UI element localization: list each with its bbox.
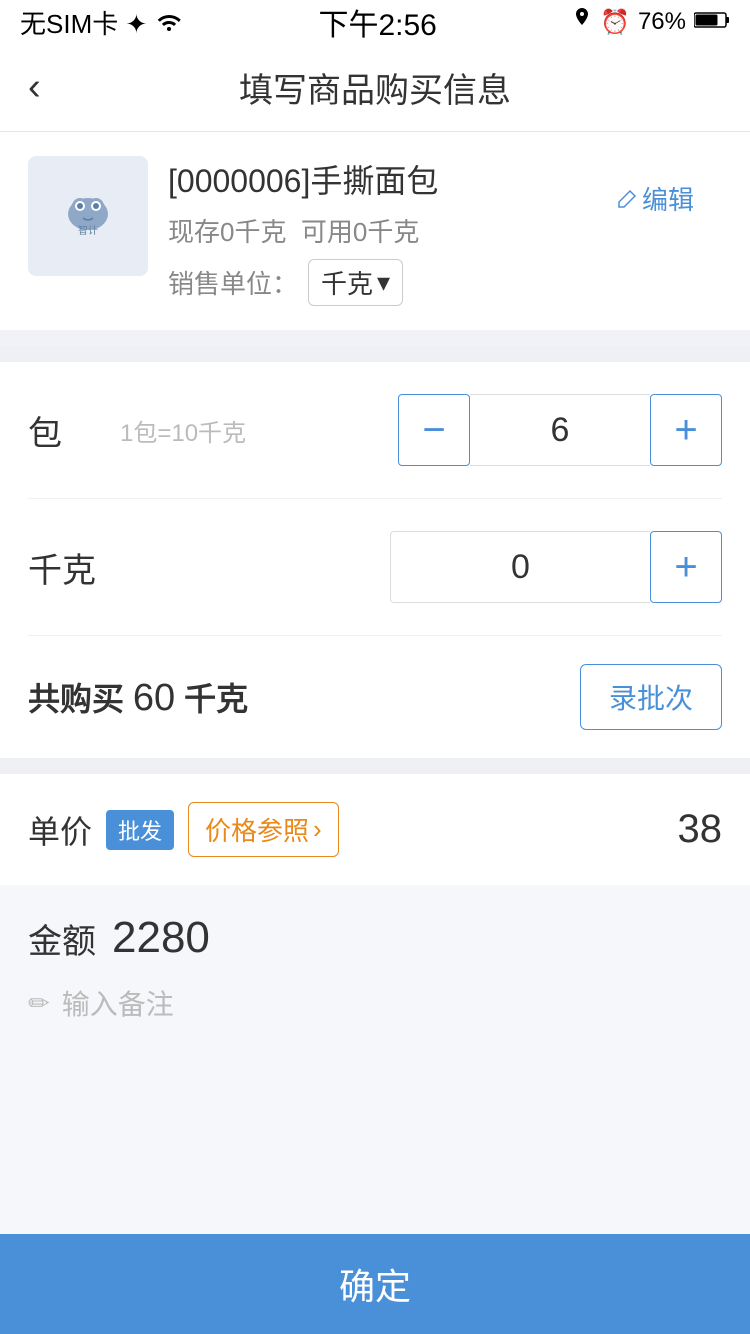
status-bar: 无SIM卡 ✦ 下午2:56 ⏰ 76%	[0, 0, 750, 44]
page-title: 填写商品购买信息	[239, 63, 511, 112]
status-right: ⏰ 76%	[572, 8, 730, 37]
unit-label: 销售单位：	[168, 264, 298, 301]
product-unit-row: 销售单位： 千克 ▾	[168, 259, 722, 306]
kg-controls: +	[390, 531, 722, 603]
pack-plus-button[interactable]: +	[650, 394, 722, 466]
kg-input-row: 千克 +	[28, 499, 722, 636]
price-section: 单价 批发 价格参照 › 38	[0, 774, 750, 885]
amount-value: 2280	[112, 913, 210, 963]
divider-1	[0, 346, 750, 362]
price-label-row: 单价 批发 价格参照 ›	[28, 802, 339, 857]
alarm-icon: ⏰	[600, 8, 630, 37]
batch-button[interactable]: 录批次	[580, 664, 722, 730]
pack-quantity-input[interactable]	[470, 394, 650, 466]
status-time: 下午2:56	[318, 0, 436, 44]
sim-status: 无SIM卡 ✦	[20, 4, 147, 41]
pack-input-section: 包 1包=10千克 − +	[0, 362, 750, 499]
spacer	[0, 1143, 750, 1235]
amount-row: 金额 2280	[28, 913, 722, 963]
price-tag: 批发	[106, 810, 174, 850]
price-ref-button[interactable]: 价格参照 ›	[188, 802, 339, 857]
pack-input-row: 包 1包=10千克 − +	[28, 362, 722, 499]
pack-sublabel: 1包=10千克	[120, 413, 398, 448]
status-left: 无SIM卡 ✦	[20, 4, 183, 41]
back-button[interactable]: ‹	[28, 66, 41, 109]
product-thumbnail-icon: 智计	[56, 178, 120, 254]
amount-label: 金额	[28, 914, 96, 963]
product-image: 智计	[28, 156, 148, 276]
unit-select[interactable]: 千克 ▾	[308, 259, 403, 306]
confirm-button[interactable]: 确定	[0, 1234, 750, 1334]
product-info: [0000006]手撕面包 现存0千克 可用0千克 销售单位： 千克 ▾ 编辑	[168, 156, 722, 306]
battery-text: 76%	[638, 8, 686, 36]
price-label: 单价	[28, 807, 92, 853]
kg-input-section: 千克 +	[0, 499, 750, 636]
total-text: 共购买 60 千克	[28, 674, 248, 720]
product-card: 智计 [0000006]手撕面包 现存0千克 可用0千克 销售单位： 千克 ▾ …	[0, 132, 750, 330]
pack-controls: − +	[398, 394, 722, 466]
unit-dropdown-icon: ▾	[377, 267, 390, 298]
remark-placeholder: 输入备注	[62, 983, 174, 1023]
amount-section: 金额 2280 ✏ 输入备注	[0, 885, 750, 1143]
wifi-icon	[155, 7, 183, 38]
nav-bar: ‹ 填写商品购买信息	[0, 44, 750, 132]
kg-plus-button[interactable]: +	[650, 531, 722, 603]
battery-icon	[694, 8, 730, 36]
kg-label: 千克	[28, 543, 108, 592]
confirm-label: 确定	[339, 1258, 411, 1310]
location-icon	[572, 8, 592, 37]
pack-minus-button[interactable]: −	[398, 394, 470, 466]
divider-2	[0, 758, 750, 774]
remark-row[interactable]: ✏ 输入备注	[28, 983, 722, 1023]
svg-text:智计: 智计	[78, 224, 98, 237]
kg-quantity-input[interactable]	[390, 531, 650, 603]
total-section: 共购买 60 千克 录批次	[0, 636, 750, 758]
price-ref-icon: ›	[313, 814, 322, 845]
pencil-icon: ✏	[28, 988, 50, 1019]
pack-label: 包	[28, 406, 108, 455]
price-value: 38	[678, 807, 723, 852]
product-stock: 现存0千克 可用0千克	[168, 212, 722, 249]
edit-button[interactable]: 编辑	[616, 180, 694, 217]
